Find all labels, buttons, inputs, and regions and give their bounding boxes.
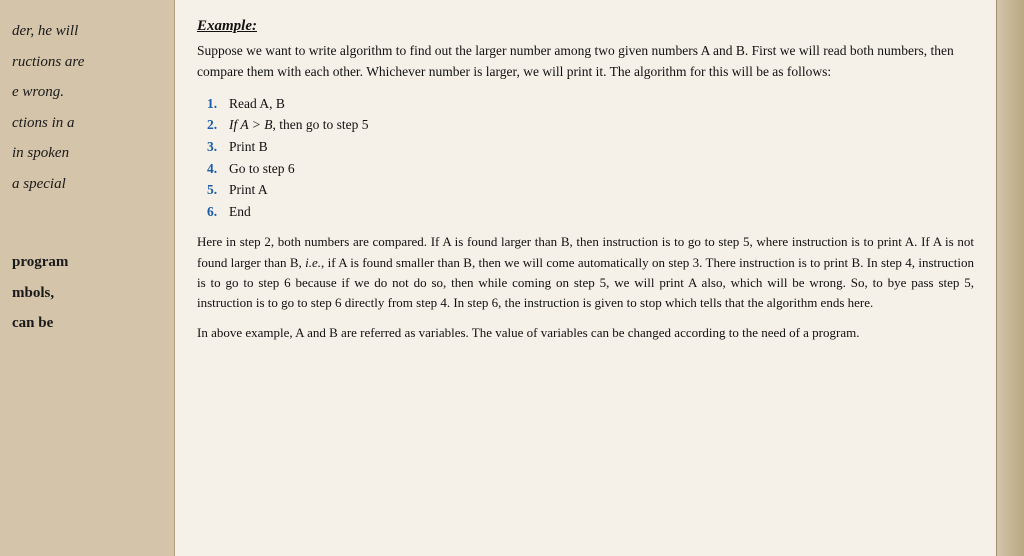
example-title: Example: bbox=[197, 18, 974, 35]
main-content: Example: Suppose we want to write algori… bbox=[175, 0, 996, 556]
step-num-1: 1. bbox=[207, 93, 225, 115]
explanation-text: Here in step 2, both numbers are compare… bbox=[197, 232, 974, 313]
left-text-6: a special bbox=[12, 173, 162, 196]
left-text-8: program bbox=[12, 251, 162, 274]
left-text-1: der, he will bbox=[12, 20, 162, 43]
step-num-4: 4. bbox=[207, 158, 225, 180]
step-3: 3. Print B bbox=[207, 136, 974, 158]
step-text-6: End bbox=[229, 201, 251, 223]
intro-text: Suppose we want to write algorithm to fi… bbox=[197, 41, 974, 83]
step-num-5: 5. bbox=[207, 179, 225, 201]
left-panel: der, he will ructions are e wrong. ction… bbox=[0, 0, 175, 556]
step-num-2: 2. bbox=[207, 114, 225, 136]
step-4: 4. Go to step 6 bbox=[207, 158, 974, 180]
right-edge bbox=[996, 0, 1024, 556]
step-6: 6. End bbox=[207, 201, 974, 223]
left-text-2: ructions are bbox=[12, 51, 162, 74]
left-text-9: mbols, bbox=[12, 282, 162, 305]
step-text-3: Print B bbox=[229, 136, 268, 158]
step-text-4: Go to step 6 bbox=[229, 158, 295, 180]
step-1: 1. Read A, B bbox=[207, 93, 974, 115]
step-5: 5. Print A bbox=[207, 179, 974, 201]
step-text-1: Read A, B bbox=[229, 93, 285, 115]
step-2: 2. If A > B, then go to step 5 bbox=[207, 114, 974, 136]
step-text-2: If A > B, then go to step 5 bbox=[229, 114, 369, 136]
conclusion-text: In above example, A and B are referred a… bbox=[197, 323, 974, 343]
left-text-10: can be bbox=[12, 312, 162, 335]
left-text-3: e wrong. bbox=[12, 81, 162, 104]
left-text-4: ctions in a bbox=[12, 112, 162, 135]
step-num-6: 6. bbox=[207, 201, 225, 223]
step-num-3: 3. bbox=[207, 136, 225, 158]
algorithm-list: 1. Read A, B 2. If A > B, then go to ste… bbox=[197, 93, 974, 223]
step-text-5: Print A bbox=[229, 179, 268, 201]
left-text-5: in spoken bbox=[12, 142, 162, 165]
